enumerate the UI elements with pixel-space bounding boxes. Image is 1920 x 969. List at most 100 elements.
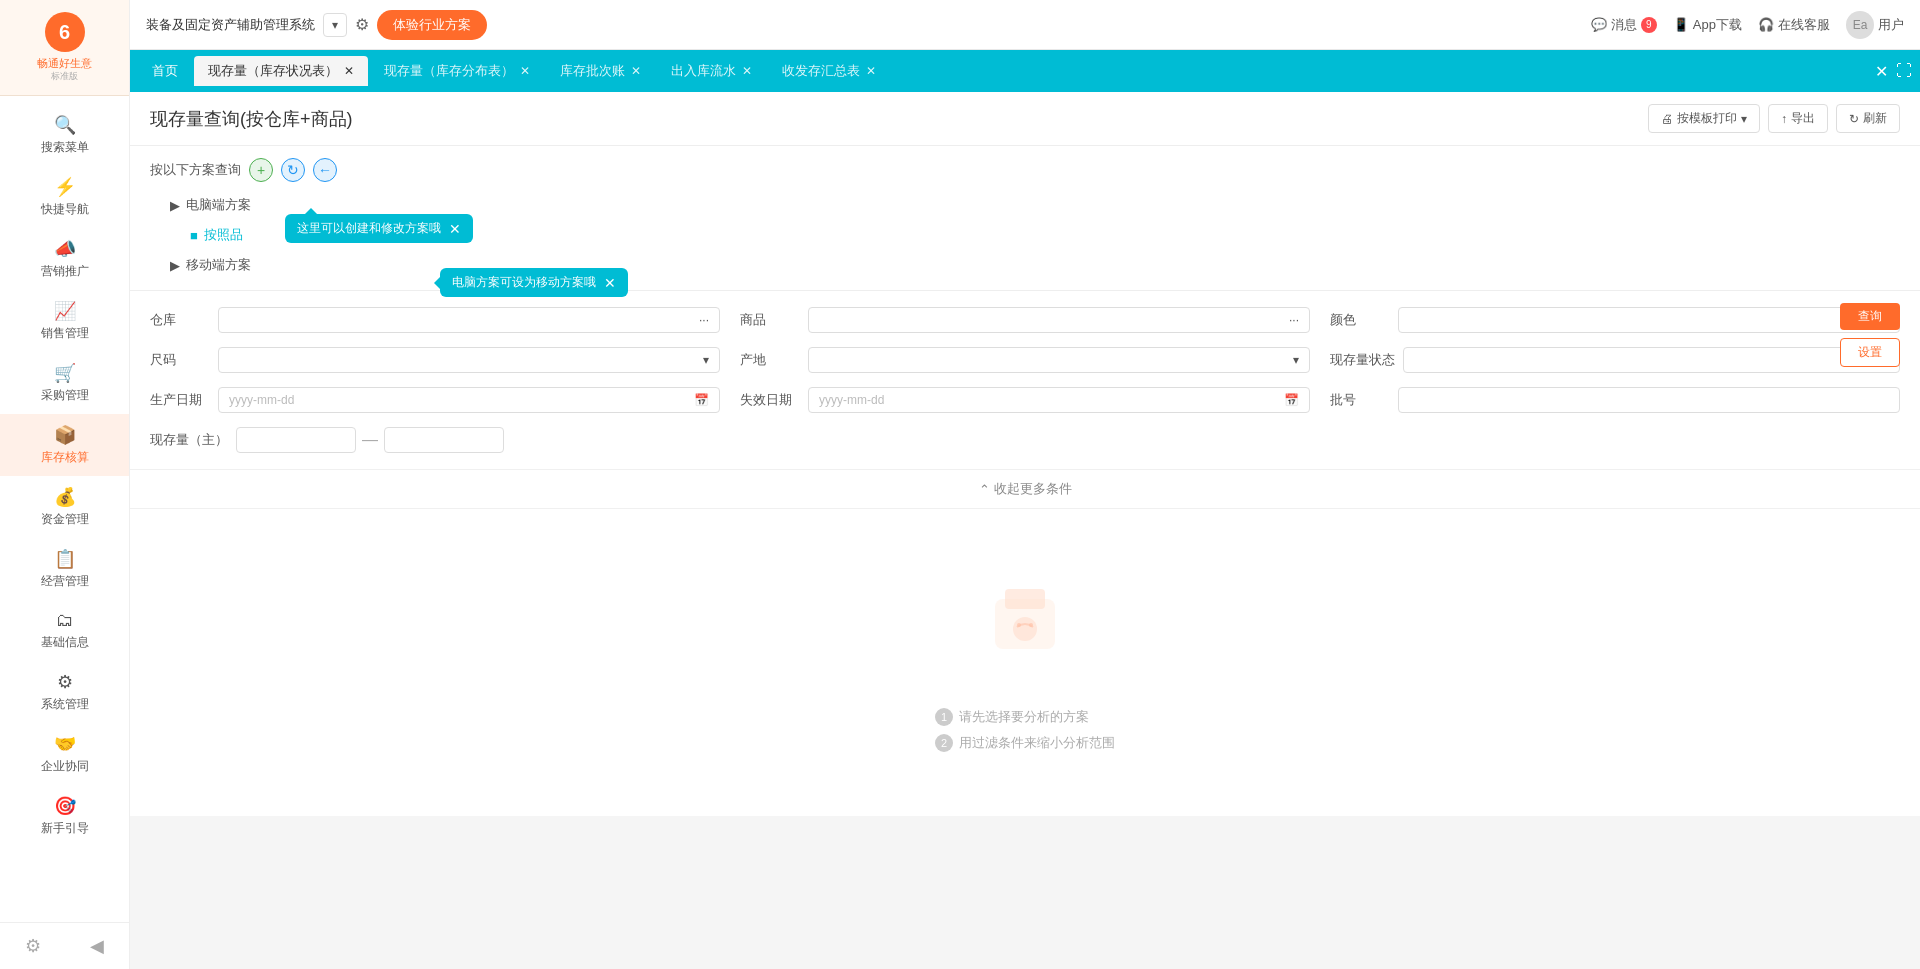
sidebar-item-system[interactable]: ⚙ 系统管理 (0, 661, 129, 723)
purchase-icon: 🛒 (54, 362, 76, 384)
sidebar-item-finance[interactable]: 💰 资金管理 (0, 476, 129, 538)
sidebar-item-guide[interactable]: 🎯 新手引导 (0, 785, 129, 847)
scheme-list: ▶ 电脑端方案 这里可以创建和修改方案哦 ✕ ■ 按照品 ▶ 移动端方案 (150, 192, 1900, 278)
topbar: 装备及固定资产辅助管理系统 ▾ ⚙ 体验行业方案 💬 消息 9 📱 App下载 … (130, 0, 1920, 50)
batch-input[interactable] (1398, 387, 1900, 413)
sidebar-bottom: ⚙ ◀ (0, 922, 129, 969)
tab-batch-account[interactable]: 库存批次账 ✕ (546, 56, 655, 86)
user-item[interactable]: Ea 用户 (1846, 11, 1904, 39)
search-buttons: 查询 设置 (1840, 303, 1900, 367)
tab-inventory-dist[interactable]: 现存量（库存分布表） ✕ (370, 56, 544, 86)
tooltip2-close-btn[interactable]: ✕ (449, 221, 461, 237)
expire-date-input[interactable]: yyyy-mm-dd 📅 (808, 387, 1310, 413)
tab-close-icon[interactable]: ✕ (742, 64, 752, 78)
scheme-mobile-label: 移动端方案 (186, 256, 251, 274)
sidebar-item-quick-nav[interactable]: ⚡ 快捷导航 (0, 166, 129, 228)
origin-select[interactable]: ▾ (808, 347, 1310, 373)
online-support-item[interactable]: 🎧 在线客服 (1758, 16, 1830, 34)
goods-dots-icon: ··· (1289, 313, 1299, 327)
goods-label: 商品 (740, 311, 800, 329)
sidebar-item-inventory[interactable]: 📦 库存核算 (0, 414, 129, 476)
industry-plan-button[interactable]: 体验行业方案 (377, 10, 487, 40)
sidebar-item-enterprise[interactable]: 🤝 企业协同 (0, 723, 129, 785)
empty-step1: 1 请先选择要分析的方案 (935, 704, 1115, 730)
refresh-button[interactable]: ↻ 刷新 (1836, 104, 1900, 133)
stock-qty-min[interactable] (236, 427, 356, 453)
scheme-mobile-toggle[interactable]: ▶ 移动端方案 (170, 252, 1900, 278)
calendar-icon: 📅 (694, 393, 709, 407)
query-section: 仓库 ··· 商品 ··· 颜色 ▾ (130, 291, 1920, 470)
color-select[interactable]: ▾ (1398, 307, 1900, 333)
tab-close-icon[interactable]: ✕ (520, 64, 530, 78)
system-dropdown[interactable]: ▾ (323, 13, 347, 37)
sidebar-item-operation[interactable]: 📋 经营管理 (0, 538, 129, 600)
tab-close-all-icon[interactable]: ✕ (1875, 62, 1888, 81)
app-name: 畅通好生意 (37, 56, 92, 70)
tab-inventory-status[interactable]: 现存量（库存状况表） ✕ (194, 56, 368, 86)
filter-row-stock-status: 现存量状态 ▾ (1330, 347, 1900, 373)
sidebar-item-label: 采购管理 (41, 387, 89, 404)
sidebar-item-label: 资金管理 (41, 511, 89, 528)
tab-label: 库存批次账 (560, 62, 625, 80)
sidebar: 6 畅通好生意 标准版 🔍 搜索菜单 ⚡ 快捷导航 📣 营销推广 📈 销售管理 … (0, 0, 130, 969)
header-actions: 🖨 按模板打印 ▾ ↑ 导出 ↻ 刷新 (1648, 104, 1900, 145)
sidebar-item-sales[interactable]: 📈 销售管理 (0, 290, 129, 352)
tab-close-icon[interactable]: ✕ (631, 64, 641, 78)
left-scheme-btn[interactable]: ← (313, 158, 337, 182)
warehouse-select[interactable]: ··· (218, 307, 720, 333)
tab-maximize-icon[interactable]: ⛶ (1896, 62, 1912, 80)
origin-label: 产地 (740, 351, 800, 369)
tab-close-icon[interactable]: ✕ (866, 64, 876, 78)
filter-row-prod-date: 生产日期 yyyy-mm-dd 📅 (150, 387, 720, 413)
print-button[interactable]: 🖨 按模板打印 ▾ (1648, 104, 1760, 133)
finance-icon: 💰 (54, 486, 76, 508)
stock-status-select[interactable]: ▾ (1403, 347, 1900, 373)
step-num-2: 2 (935, 734, 953, 752)
quick-nav-icon: ⚡ (54, 176, 76, 198)
svg-point-2 (1013, 617, 1037, 641)
filter-area: 按以下方案查询 + ↻ ← 电脑方案可设为移动方案哦 ✕ ▶ 电脑端方案 这里可… (130, 146, 1920, 291)
tab-home[interactable]: 首页 (138, 56, 192, 86)
sidebar-item-label: 快捷导航 (41, 201, 89, 218)
tooltip-close-btn[interactable]: ✕ (604, 275, 616, 291)
more-conditions-btn[interactable]: ⌃ 收起更多条件 (969, 470, 1082, 508)
dropdown-arrow-icon: ▾ (332, 18, 338, 32)
tooltip-mobile-hint: 电脑方案可设为移动方案哦 ✕ (440, 268, 628, 297)
svg-point-4 (1029, 623, 1033, 627)
refresh-icon: ↻ (1849, 112, 1859, 126)
sidebar-settings-btn[interactable]: ⚙ (25, 935, 41, 957)
sidebar-item-label: 库存核算 (41, 449, 89, 466)
tab-in-out-flow[interactable]: 出入库流水 ✕ (657, 56, 766, 86)
reset-button[interactable]: 设置 (1840, 338, 1900, 367)
tabbar-right: ✕ ⛶ (1875, 62, 1912, 81)
sidebar-logo: 6 畅通好生意 标准版 (0, 0, 129, 96)
tab-close-icon[interactable]: ✕ (344, 64, 354, 78)
search-button[interactable]: 查询 (1840, 303, 1900, 330)
size-select[interactable]: ▾ (218, 347, 720, 373)
filter-row-batch: 批号 (1330, 387, 1900, 413)
sidebar-collapse-btn[interactable]: ◀ (90, 935, 104, 957)
sidebar-item-purchase[interactable]: 🛒 采购管理 (0, 352, 129, 414)
sidebar-item-base-info[interactable]: 🗂 基础信息 (0, 600, 129, 661)
empty-state-container: 1 请先选择要分析的方案 2 用过滤条件来缩小分析范围 (130, 509, 1920, 816)
goods-select[interactable]: ··· (808, 307, 1310, 333)
scheme-item-icon: ■ (190, 228, 198, 243)
app-download-item[interactable]: 📱 App下载 (1673, 16, 1742, 34)
message-item[interactable]: 💬 消息 9 (1591, 16, 1657, 34)
topbar-left: 装备及固定资产辅助管理系统 ▾ ⚙ 体验行业方案 (146, 10, 487, 40)
refresh-scheme-btn[interactable]: ↻ (281, 158, 305, 182)
inventory-icon: 📦 (54, 424, 76, 446)
filter-label-row: 按以下方案查询 + ↻ ← (150, 158, 1900, 182)
tab-receipt-summary[interactable]: 收发存汇总表 ✕ (768, 56, 890, 86)
sidebar-item-search-menu[interactable]: 🔍 搜索菜单 (0, 104, 129, 166)
topbar-gear-icon[interactable]: ⚙ (355, 15, 369, 34)
system-icon: ⚙ (57, 671, 73, 693)
sidebar-item-marketing[interactable]: 📣 营销推广 (0, 228, 129, 290)
add-scheme-btn[interactable]: + (249, 158, 273, 182)
empty-step2: 2 用过滤条件来缩小分析范围 (935, 730, 1115, 756)
prod-date-input[interactable]: yyyy-mm-dd 📅 (218, 387, 720, 413)
scheme-item-label: 按照品 (204, 226, 243, 244)
stock-qty-max[interactable] (384, 427, 504, 453)
export-button[interactable]: ↑ 导出 (1768, 104, 1828, 133)
message-badge: 9 (1641, 17, 1657, 33)
